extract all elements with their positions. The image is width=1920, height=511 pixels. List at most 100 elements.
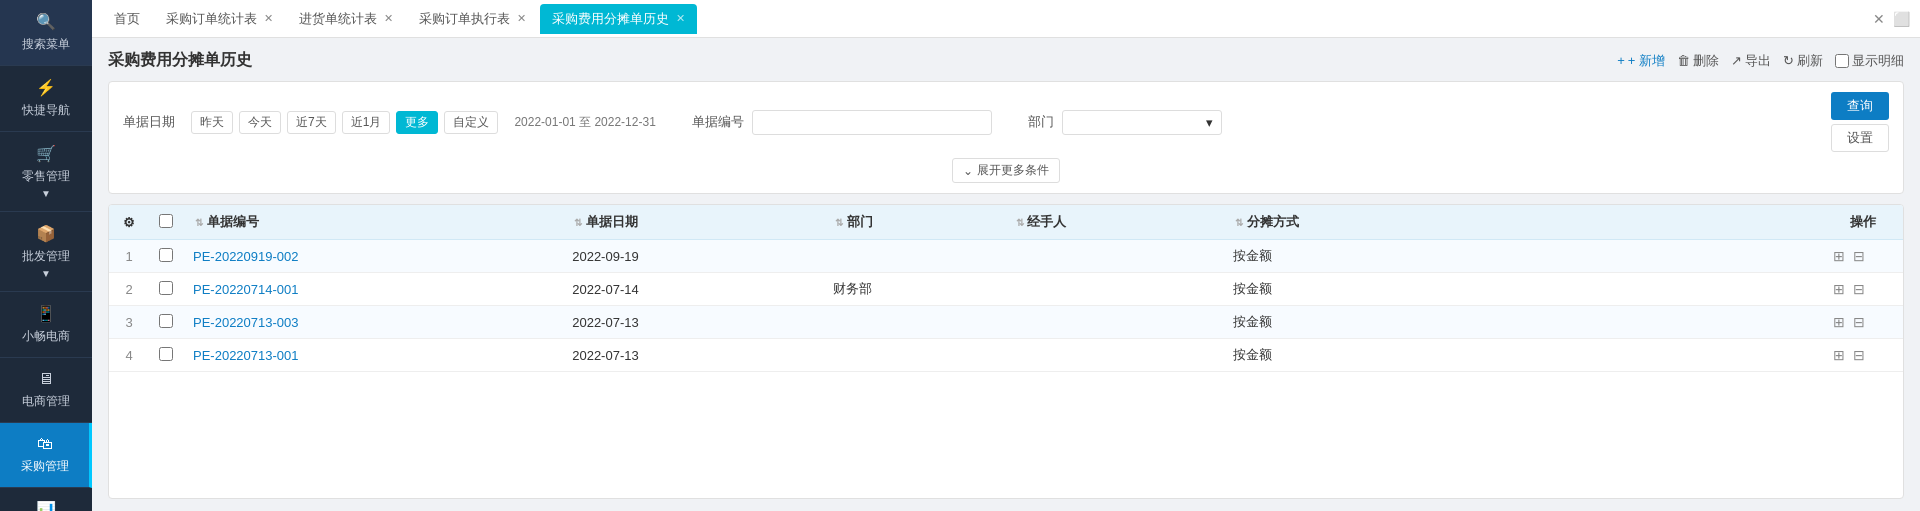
row-split-method-0: 按金额 — [1223, 240, 1823, 273]
close-icon4[interactable]: ✕ — [676, 12, 685, 25]
row-checkbox-3[interactable] — [149, 339, 183, 372]
doc-no-link-2[interactable]: PE-20220713-003 — [193, 315, 299, 330]
detail-icon-3[interactable]: ⊟ — [1853, 347, 1865, 363]
doc-no-link-3[interactable]: PE-20220713-001 — [193, 348, 299, 363]
edit-icon-1[interactable]: ⊞ — [1833, 281, 1845, 297]
expand-more-row: ⌄ 展开更多条件 — [123, 158, 1889, 183]
tab-stock-summary-label: 进货单统计表 — [299, 10, 377, 28]
date-btn-custom[interactable]: 自定义 — [444, 111, 498, 134]
row-num-2: 3 — [109, 306, 149, 339]
refresh-button[interactable]: ↻ 刷新 — [1783, 52, 1823, 70]
close-icon[interactable]: ✕ — [264, 12, 273, 25]
doc-no-group: 单据编号 — [692, 110, 992, 135]
maximize-icon[interactable]: ⬜ — [1893, 11, 1910, 27]
filter-area: 单据日期 昨天 今天 近7天 近1月 更多 自定义 2022-01-01 至 2… — [108, 81, 1904, 194]
dept-select[interactable]: ▾ — [1062, 110, 1222, 135]
dept-label: 部门 — [1028, 113, 1054, 131]
close-icon2[interactable]: ✕ — [384, 12, 393, 25]
row-handler-2 — [1004, 306, 1223, 339]
sidebar-item-shortcut-label: 快捷导航 — [22, 102, 70, 119]
th-doc-date[interactable]: ⇅ 单据日期 — [562, 205, 823, 240]
row-num-1: 2 — [109, 273, 149, 306]
table-row: 4 PE-20220713-001 2022-07-13 按金额 ⊞ ⊟ — [109, 339, 1903, 372]
date-btn-7days[interactable]: 近7天 — [287, 111, 336, 134]
tab-purchase-order-exec[interactable]: 采购订单执行表 ✕ — [407, 4, 538, 34]
date-btn-today[interactable]: 今天 — [239, 111, 281, 134]
row-handler-3 — [1004, 339, 1223, 372]
header-actions: + + 新增 🗑 删除 ↗ 导出 ↻ 刷新 显示明细 — [1617, 52, 1904, 70]
detail-icon-0[interactable]: ⊟ — [1853, 248, 1865, 264]
sidebar-item-mini[interactable]: 📱 小畅电商 — [0, 292, 92, 358]
row-doc-no-1: PE-20220714-001 — [183, 273, 562, 306]
row-doc-date-1: 2022-07-14 — [562, 273, 823, 306]
tab-stock-summary[interactable]: 进货单统计表 ✕ — [287, 4, 405, 34]
row-num-3: 4 — [109, 339, 149, 372]
sidebar-item-shortcut[interactable]: ⚡ 快捷导航 — [0, 66, 92, 132]
sidebar-item-purchase[interactable]: 🛍 采购管理 — [0, 423, 92, 488]
date-btn-more[interactable]: 更多 — [396, 111, 438, 134]
sidebar-item-search[interactable]: 🔍 搜索菜单 — [0, 0, 92, 66]
purchase-icon: 🛍 — [37, 435, 53, 453]
close-icon3[interactable]: ✕ — [517, 12, 526, 25]
th-handler-label: 经手人 — [1027, 214, 1066, 229]
table-row: 2 PE-20220714-001 2022-07-14 财务部 按金额 ⊞ ⊟ — [109, 273, 1903, 306]
edit-icon-3[interactable]: ⊞ — [1833, 347, 1845, 363]
row-doc-no-0: PE-20220919-002 — [183, 240, 562, 273]
sidebar-item-retail[interactable]: 🛒 零售管理 ▼ — [0, 132, 92, 212]
tab-purchase-cost-history[interactable]: 采购费用分摊单历史 ✕ — [540, 4, 697, 34]
th-dept-label: 部门 — [847, 214, 873, 229]
delete-button[interactable]: 🗑 删除 — [1677, 52, 1719, 70]
chevron-down-icon: ▼ — [41, 188, 51, 199]
table-row: 1 PE-20220919-002 2022-09-19 按金额 ⊞ ⊟ — [109, 240, 1903, 273]
row-dept-3 — [823, 339, 1003, 372]
row-dept-2 — [823, 306, 1003, 339]
tab-home[interactable]: 首页 — [102, 4, 152, 34]
select-all-checkbox[interactable] — [159, 214, 173, 228]
date-btn-1month[interactable]: 近1月 — [342, 111, 391, 134]
detail-icon-2[interactable]: ⊟ — [1853, 314, 1865, 330]
row-checkbox-0[interactable] — [149, 240, 183, 273]
row-doc-no-2: PE-20220713-003 — [183, 306, 562, 339]
sidebar-item-search-label: 搜索菜单 — [22, 36, 70, 53]
doc-no-link-0[interactable]: PE-20220919-002 — [193, 249, 299, 264]
edit-icon-0[interactable]: ⊞ — [1833, 248, 1845, 264]
display-cols-checkbox[interactable] — [1835, 54, 1849, 68]
sort-icon: ⇅ — [195, 217, 203, 228]
sidebar-item-wholesale[interactable]: 📦 批发管理 ▼ — [0, 212, 92, 292]
doc-no-input[interactable] — [752, 110, 992, 135]
row-doc-date-3: 2022-07-13 — [562, 339, 823, 372]
refresh-label: 刷新 — [1797, 52, 1823, 70]
row-checkbox-2[interactable] — [149, 306, 183, 339]
sort-icon2: ⇅ — [574, 217, 582, 228]
search-button[interactable]: 查询 — [1831, 92, 1889, 120]
export-button[interactable]: ↗ 导出 — [1731, 52, 1771, 70]
row-actions-2: ⊞ ⊟ — [1823, 306, 1903, 339]
new-button[interactable]: + + 新增 — [1617, 52, 1665, 70]
settings-button[interactable]: 设置 — [1831, 124, 1889, 152]
sidebar-item-inventory[interactable]: 📊 库存核算 — [0, 488, 92, 511]
th-doc-no[interactable]: ⇅ 单据编号 — [183, 205, 562, 240]
wholesale-icon: 📦 — [36, 224, 56, 243]
close-all-icon[interactable]: ✕ — [1873, 11, 1885, 27]
row-checkbox-1[interactable] — [149, 273, 183, 306]
expand-more-button[interactable]: ⌄ 展开更多条件 — [952, 158, 1060, 183]
date-btn-yesterday[interactable]: 昨天 — [191, 111, 233, 134]
th-handler[interactable]: ⇅ 经手人 — [1004, 205, 1223, 240]
export-label: 导出 — [1745, 52, 1771, 70]
doc-no-link-1[interactable]: PE-20220714-001 — [193, 282, 299, 297]
th-dept[interactable]: ⇅ 部门 — [823, 205, 1003, 240]
delete-label: 删除 — [1693, 52, 1719, 70]
th-split-method[interactable]: ⇅ 分摊方式 — [1223, 205, 1823, 240]
chevron-down-dept-icon: ▾ — [1206, 115, 1213, 130]
tab-purchase-order-summary[interactable]: 采购订单统计表 ✕ — [154, 4, 285, 34]
display-cols-button[interactable]: 显示明细 — [1835, 52, 1904, 70]
plus-icon: + — [1617, 53, 1625, 68]
date-label: 单据日期 — [123, 113, 175, 131]
settings-icon[interactable]: ⚙ — [123, 215, 135, 230]
sidebar-item-ecommerce[interactable]: 🖥 电商管理 — [0, 358, 92, 423]
th-split-method-label: 分摊方式 — [1247, 214, 1299, 229]
detail-icon-1[interactable]: ⊟ — [1853, 281, 1865, 297]
sidebar-item-purchase-label: 采购管理 — [21, 458, 69, 475]
th-settings[interactable]: ⚙ — [109, 205, 149, 240]
edit-icon-2[interactable]: ⊞ — [1833, 314, 1845, 330]
